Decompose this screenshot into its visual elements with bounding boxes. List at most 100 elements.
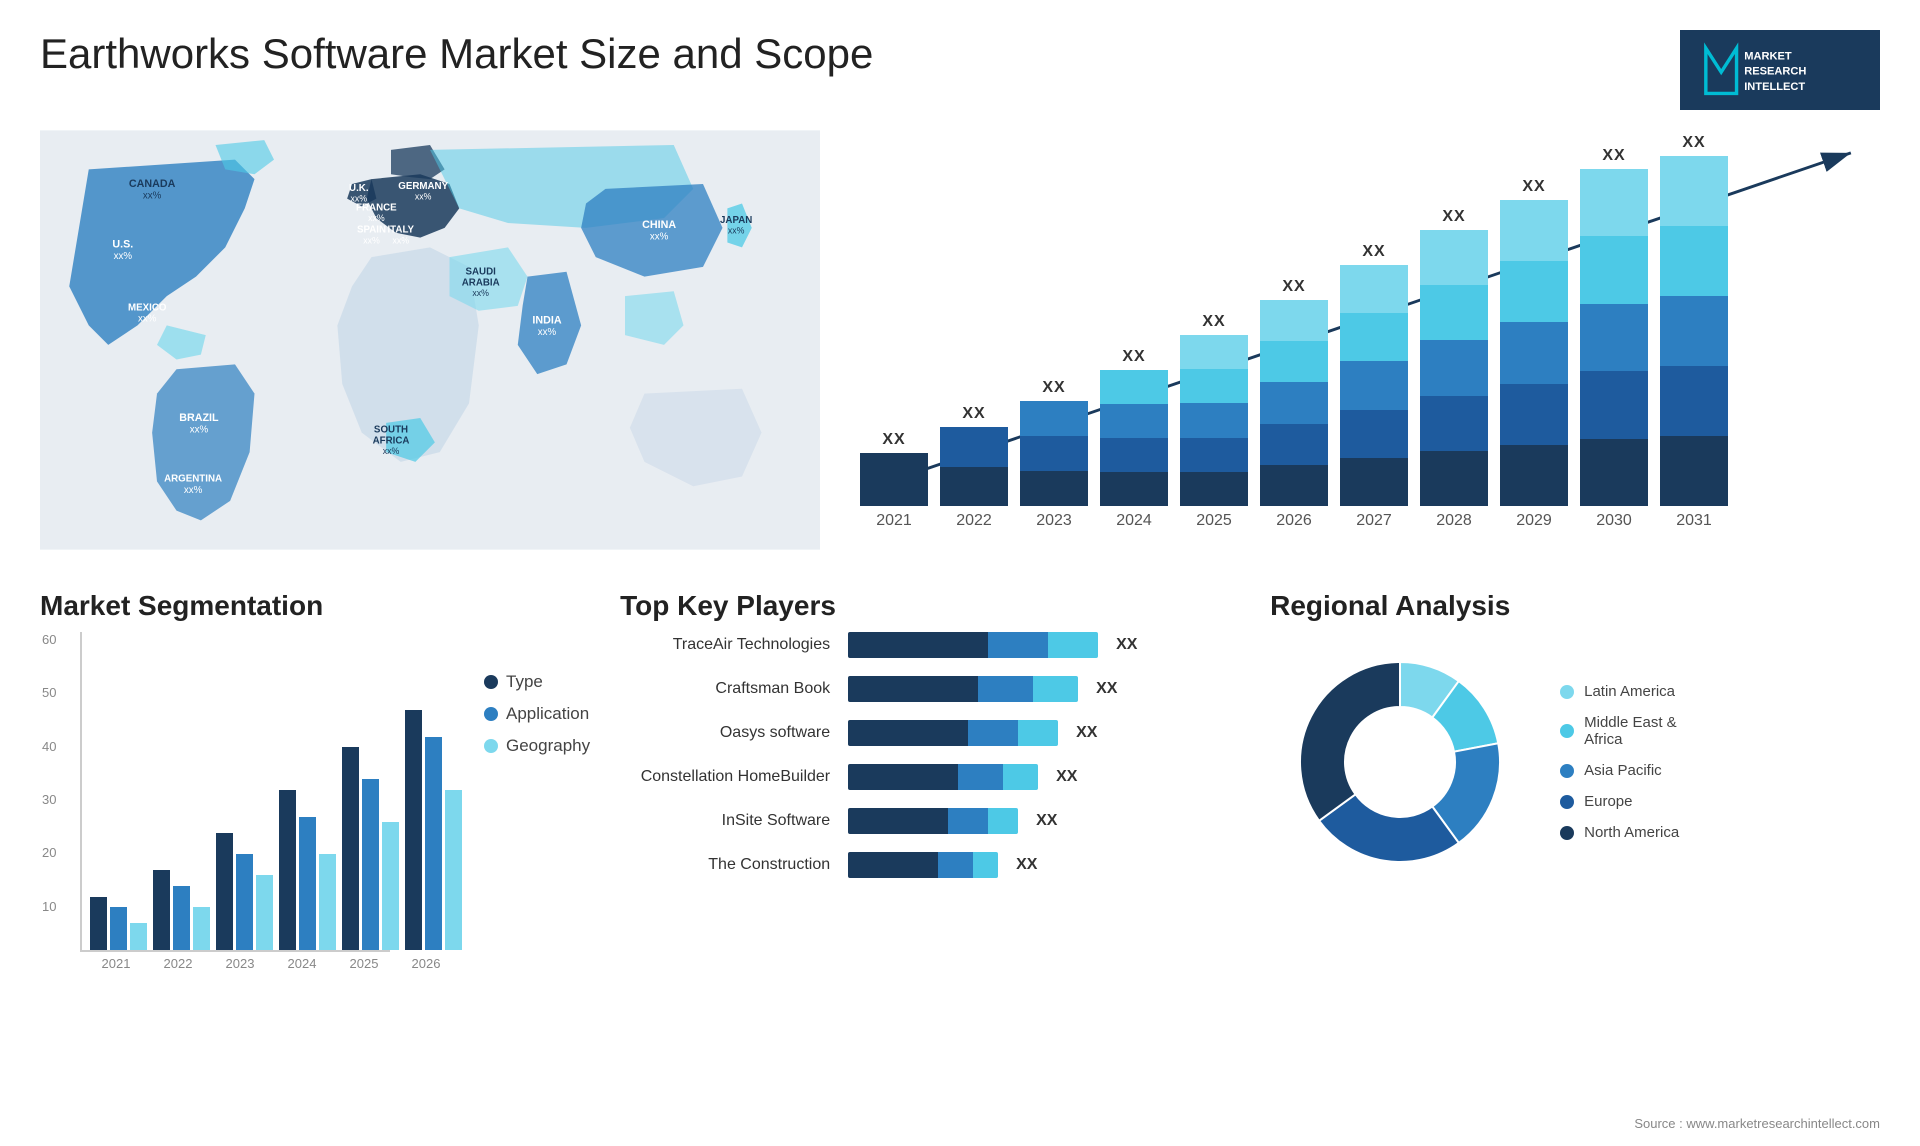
bar-value-label: XX [882,431,905,449]
player-name: TraceAir Technologies [620,636,840,654]
svg-text:SAUDI: SAUDI [466,267,497,278]
bar-value-label: XX [1682,134,1705,152]
bar-segment [1420,396,1488,451]
bar-stack [1340,265,1408,506]
player-row: The ConstructionXX [620,852,1240,878]
svg-text:xx%: xx% [538,327,557,338]
seg-legend: TypeApplicationGeography [484,672,590,756]
player-xx-label: XX [1096,680,1117,698]
bar-stack [1020,401,1088,506]
donut-svg [1270,632,1530,892]
player-xx-label: XX [1116,636,1137,654]
players-title: Top Key Players [620,590,1240,622]
legend-dot [484,739,498,753]
player-bar-container [848,720,1058,746]
bar-segment [1580,304,1648,371]
bar-segment [1580,236,1648,303]
svg-text:ITALY: ITALY [387,225,414,236]
player-bar-inner [848,764,1038,790]
player-bar-seg3 [973,852,998,878]
bar-stack [1260,300,1328,506]
bar-segment [1180,335,1248,369]
bar-segment [1180,403,1248,437]
segmentation-title: Market Segmentation [40,590,590,622]
seg-bar-group [216,833,273,950]
bar-segment [1260,341,1328,382]
logo-box: MARKET RESEARCH INTELLECT [1680,30,1880,110]
svg-text:U.S.: U.S. [112,238,133,250]
seg-bar [445,790,462,950]
svg-text:BRAZIL: BRAZIL [179,412,219,424]
seg-x-label: 2026 [398,956,454,971]
regional-legend-item: Middle East & Africa [1560,714,1679,748]
bar-value-label: XX [1442,208,1465,226]
source-text: Source : www.marketresearchintellect.com [1634,1116,1880,1131]
svg-text:xx%: xx% [392,235,409,245]
bar-group: XX [940,405,1008,506]
bar-segment [1580,439,1648,506]
bar-segment [1100,472,1168,506]
bar-segment [1260,382,1328,423]
player-bar-inner [848,852,998,878]
bar-segment [1260,424,1328,465]
bar-segment [1260,300,1328,341]
bar-stack [1500,200,1568,506]
bar-segment [1500,200,1568,261]
bar-segment [1180,472,1248,506]
player-name: Constellation HomeBuilder [620,768,840,786]
bar-segment [1500,384,1568,445]
regional-legend-item: North America [1560,824,1679,841]
player-bar-seg1 [848,852,938,878]
regional-legend-dot [1560,685,1574,699]
chart-x-label: 2026 [1260,512,1328,530]
svg-text:xx%: xx% [383,446,400,456]
chart-x-label: 2023 [1020,512,1088,530]
player-row: Craftsman BookXX [620,676,1240,702]
svg-text:xx%: xx% [368,213,385,223]
chart-x-label: 2030 [1580,512,1648,530]
bar-group: XX [1660,134,1728,506]
chart-section: XXXXXXXXXXXXXXXXXXXXXX 20212022202320242… [840,130,1880,570]
player-name: The Construction [620,856,840,874]
bar-group: XX [860,431,928,506]
player-bar-seg3 [1003,764,1038,790]
svg-text:CANADA: CANADA [129,178,176,190]
seg-bar [193,907,210,950]
chart-x-label: 2022 [940,512,1008,530]
player-bar-seg1 [848,808,948,834]
bar-segment [1020,401,1088,436]
y-label-30: 30 [42,792,56,807]
player-row: Constellation HomeBuilderXX [620,764,1240,790]
bar-segment [1100,404,1168,438]
player-bar-seg3 [1033,676,1078,702]
bar-stack [1100,370,1168,506]
bar-group: XX [1100,348,1168,506]
player-xx-label: XX [1076,724,1097,742]
bar-value-label: XX [1602,147,1625,165]
regional-legend-dot [1560,724,1574,738]
players-list: TraceAir TechnologiesXXCraftsman BookXXO… [620,632,1240,878]
bar-segment [1660,156,1728,226]
svg-text:SPAIN: SPAIN [357,225,386,236]
chart-x-label: 2031 [1660,512,1728,530]
bar-group: XX [1260,278,1328,506]
seg-bar [216,833,233,950]
bar-segment [1260,465,1328,506]
regional-legend-dot [1560,764,1574,778]
chart-x-label: 2025 [1180,512,1248,530]
y-label-40: 40 [42,739,56,754]
legend-item: Type [484,672,590,692]
chart-x-label: 2021 [860,512,928,530]
bar-segment [1660,226,1728,296]
regional-legend-item: Europe [1560,793,1679,810]
seg-bar [342,747,359,950]
svg-text:xx%: xx% [143,191,162,202]
bar-chart-wrapper: XXXXXXXXXXXXXXXXXXXXXX [860,130,1880,506]
regional-legend: Latin AmericaMiddle East & AfricaAsia Pa… [1560,683,1679,841]
svg-text:xx%: xx% [415,192,432,202]
svg-text:ARABIA: ARABIA [462,277,500,288]
seg-x-label: 2025 [336,956,392,971]
bar-group: XX [1420,208,1488,506]
seg-bar-group [342,747,399,950]
map-section: CANADA xx% U.S. xx% MEXICO xx% BRAZIL xx… [40,130,820,570]
